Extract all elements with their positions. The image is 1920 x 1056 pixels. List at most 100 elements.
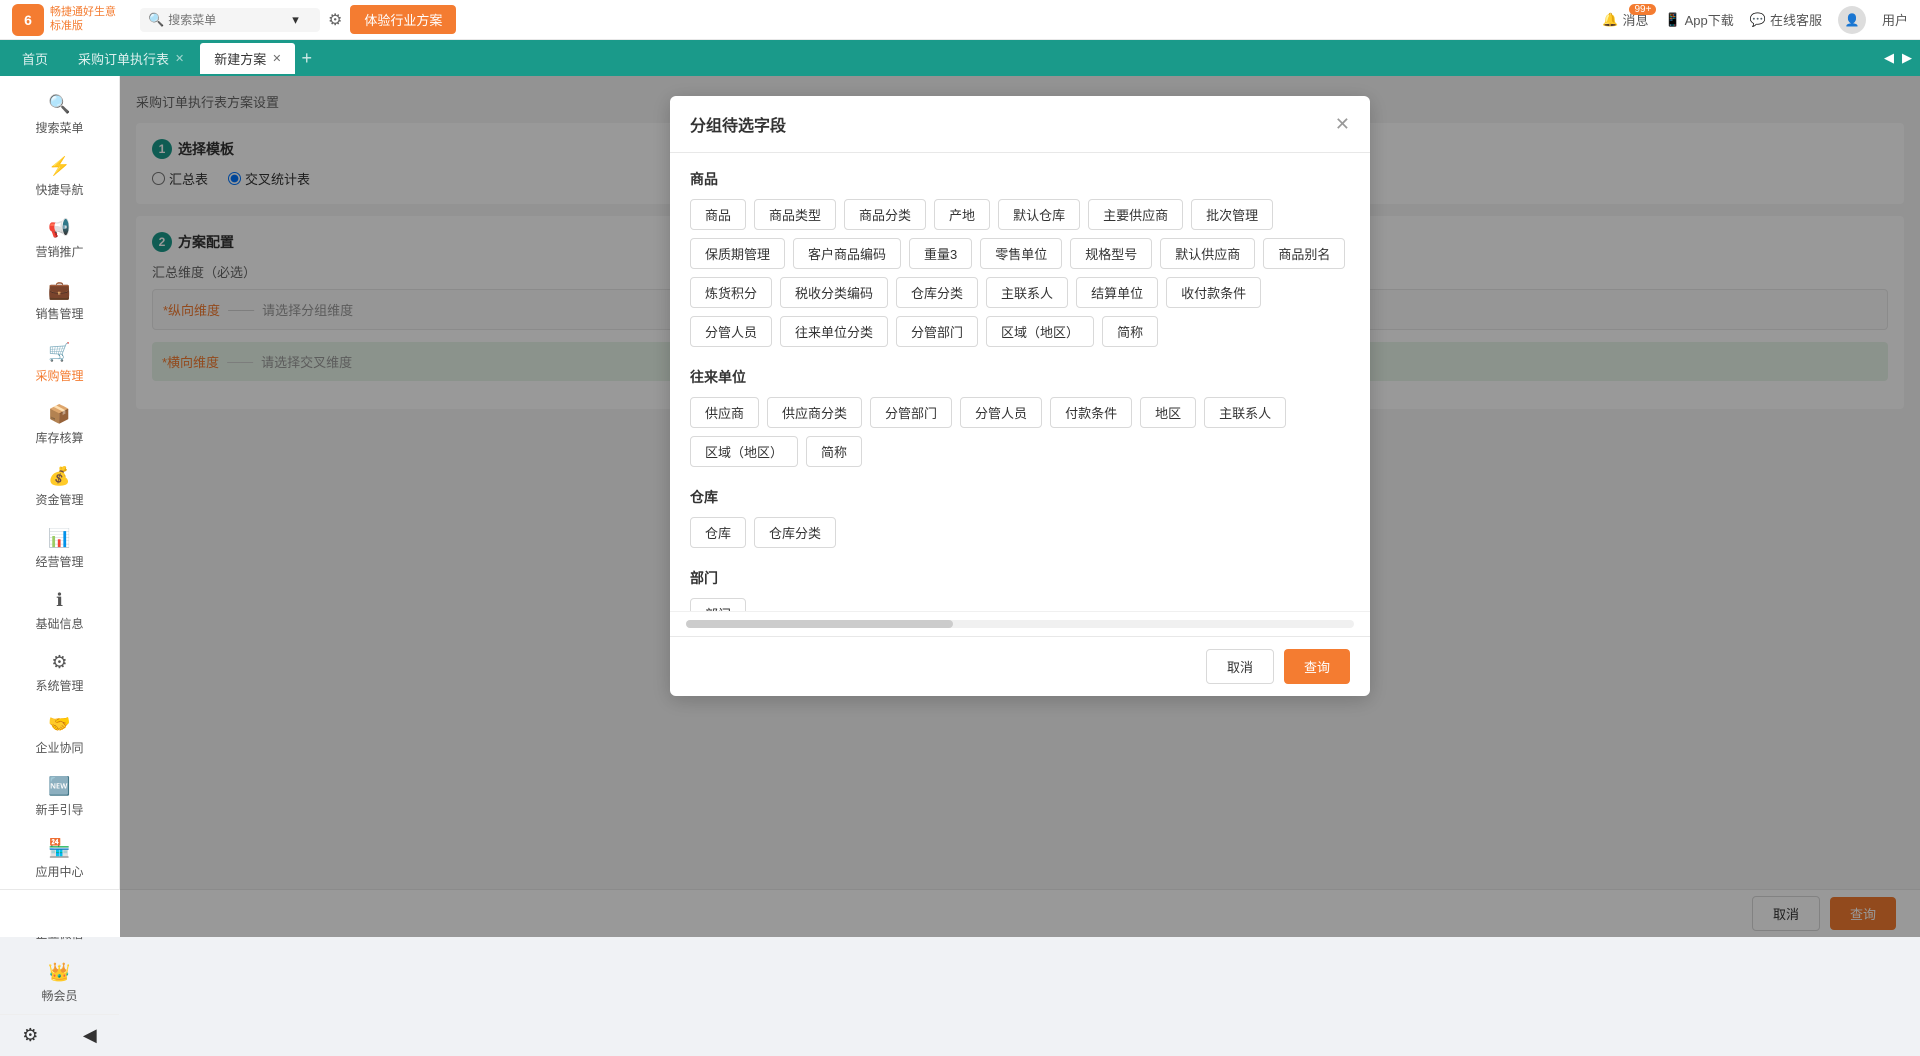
field-payment-terms[interactable]: 收付款条件 bbox=[1166, 277, 1261, 308]
field-supervisor-partner[interactable]: 分管人员 bbox=[960, 397, 1042, 428]
field-dept-partner[interactable]: 分管部门 bbox=[870, 397, 952, 428]
field-product-type[interactable]: 商品类型 bbox=[754, 199, 836, 230]
product-fields: 商品 商品类型 商品分类 产地 默认仓库 主要供应商 批次管理 保质期管理 客户… bbox=[690, 199, 1350, 347]
field-partner-category[interactable]: 往来单位分类 bbox=[780, 316, 888, 347]
modal-title: 分组待选字段 bbox=[690, 112, 786, 136]
sidebar: 🔍 搜索菜单 ⚡ 快捷导航 📢 营销推广 💼 销售管理 🛒 采购管理 📦 库存核… bbox=[0, 76, 120, 937]
field-retail-unit[interactable]: 零售单位 bbox=[980, 238, 1062, 269]
sidebar-item-appstore[interactable]: 🏪 应用中心 bbox=[0, 828, 119, 890]
sidebar-item-base[interactable]: ℹ 基础信息 bbox=[0, 580, 119, 642]
field-origin[interactable]: 产地 bbox=[934, 199, 990, 230]
field-spec-model[interactable]: 规格型号 bbox=[1070, 238, 1152, 269]
sidebar-item-marketing[interactable]: 📢 营销推广 bbox=[0, 208, 119, 270]
sidebar-settings-icon[interactable]: ⚙ bbox=[22, 1025, 38, 1046]
field-batch-mgmt[interactable]: 批次管理 bbox=[1191, 199, 1273, 230]
field-tax-code[interactable]: 税收分类编码 bbox=[780, 277, 888, 308]
field-default-warehouse[interactable]: 默认仓库 bbox=[998, 199, 1080, 230]
tab-purchase-close[interactable]: ✕ bbox=[175, 52, 184, 65]
sidebar-item-purchase[interactable]: 🛒 采购管理 bbox=[0, 332, 119, 394]
section-partner: 往来单位 供应商 供应商分类 分管部门 分管人员 付款条件 地区 主联系人 区域… bbox=[690, 367, 1350, 467]
field-refine-points[interactable]: 炼货积分 bbox=[690, 277, 772, 308]
layout: 🔍 搜索菜单 ⚡ 快捷导航 📢 营销推广 💼 销售管理 🛒 采购管理 📦 库存核… bbox=[0, 76, 1920, 937]
sidebar-item-business[interactable]: 📊 经营管理 bbox=[0, 518, 119, 580]
notification-badge: 99+ bbox=[1629, 4, 1656, 15]
field-main-contact[interactable]: 主联系人 bbox=[986, 277, 1068, 308]
sidebar-item-system[interactable]: ⚙ 系统管理 bbox=[0, 642, 119, 704]
online-service[interactable]: 💬 在线客服 bbox=[1750, 10, 1822, 29]
try-industry-button[interactable]: 体验行业方案 bbox=[350, 5, 456, 34]
tab-new-plan-close[interactable]: ✕ bbox=[272, 52, 281, 65]
sidebar-item-finance[interactable]: 💰 资金管理 bbox=[0, 456, 119, 518]
modal-confirm-button[interactable]: 查询 bbox=[1284, 649, 1350, 684]
field-main-contact-partner[interactable]: 主联系人 bbox=[1204, 397, 1286, 428]
field-supervisor[interactable]: 分管人员 bbox=[690, 316, 772, 347]
nav-expand-icon[interactable]: ▶ bbox=[1902, 50, 1912, 66]
section-warehouse: 仓库 仓库 仓库分类 bbox=[690, 487, 1350, 548]
field-supplier[interactable]: 供应商 bbox=[690, 397, 759, 428]
field-region2-partner[interactable]: 区域（地区） bbox=[690, 436, 798, 467]
app-download[interactable]: 📱 App下载 bbox=[1664, 10, 1733, 29]
field-warehouse-cat[interactable]: 仓库分类 bbox=[754, 517, 836, 548]
field-settlement-unit[interactable]: 结算单位 bbox=[1076, 277, 1158, 308]
section-partner-title: 往来单位 bbox=[690, 367, 1350, 387]
section-dept: 部门 部门 bbox=[690, 568, 1350, 611]
sidebar-item-label: 资金管理 bbox=[35, 491, 83, 508]
sales-icon: 💼 bbox=[48, 280, 70, 301]
sidebar-item-collab[interactable]: 🤝 企业协同 bbox=[0, 704, 119, 766]
field-region-partner[interactable]: 地区 bbox=[1140, 397, 1196, 428]
modal-cancel-button[interactable]: 取消 bbox=[1206, 649, 1274, 684]
topbar-right: 🔔 消息 99+ 📱 App下载 💬 在线客服 👤 用户 bbox=[1602, 6, 1908, 34]
search-bar[interactable]: 🔍 ▾ bbox=[140, 8, 320, 32]
field-default-supplier[interactable]: 默认供应商 bbox=[1160, 238, 1255, 269]
field-dept[interactable]: 部门 bbox=[690, 598, 746, 611]
system-icon: ⚙ bbox=[51, 652, 67, 673]
sidebar-item-search[interactable]: 🔍 搜索菜单 bbox=[0, 84, 119, 146]
avatar[interactable]: 👤 bbox=[1838, 6, 1866, 34]
tab-purchase-label: 采购订单执行表 bbox=[78, 49, 169, 68]
sidebar-item-label: 基础信息 bbox=[35, 615, 83, 632]
tab-purchase-order[interactable]: 采购订单执行表 ✕ bbox=[64, 43, 198, 74]
sidebar-item-newbie[interactable]: 🆕 新手引导 bbox=[0, 766, 119, 828]
sidebar-collapse-icon[interactable]: ◀ bbox=[83, 1025, 97, 1046]
field-customer-sku[interactable]: 客户商品编码 bbox=[793, 238, 901, 269]
field-warehouse[interactable]: 仓库 bbox=[690, 517, 746, 548]
sidebar-item-inventory[interactable]: 📦 库存核算 bbox=[0, 394, 119, 456]
field-dept-mgmt[interactable]: 分管部门 bbox=[896, 316, 978, 347]
search-input[interactable] bbox=[168, 13, 288, 27]
field-product-category[interactable]: 商品分类 bbox=[844, 199, 926, 230]
field-select-modal: 分组待选字段 ✕ 商品 商品 商品类型 商品分类 产地 默认仓库 主要供应商 bbox=[670, 96, 1370, 696]
search-menu-icon: 🔍 bbox=[48, 94, 70, 115]
modal-header: 分组待选字段 ✕ bbox=[670, 96, 1370, 153]
h-scrollbar-thumb[interactable] bbox=[686, 620, 953, 628]
search-icon: 🔍 bbox=[148, 12, 164, 28]
field-main-supplier[interactable]: 主要供应商 bbox=[1088, 199, 1183, 230]
field-shortname-partner[interactable]: 简称 bbox=[806, 436, 862, 467]
sidebar-item-sales[interactable]: 💼 销售管理 bbox=[0, 270, 119, 332]
nav-tabs: 首页 采购订单执行表 ✕ 新建方案 ✕ + ◀ ▶ bbox=[0, 40, 1920, 76]
field-shortname-product[interactable]: 简称 bbox=[1102, 316, 1158, 347]
field-supplier-category[interactable]: 供应商分类 bbox=[767, 397, 862, 428]
add-tab-icon[interactable]: + bbox=[301, 48, 312, 69]
notification-area[interactable]: 🔔 消息 99+ bbox=[1602, 10, 1648, 29]
tab-new-plan[interactable]: 新建方案 ✕ bbox=[200, 43, 295, 74]
nav-collapse-icon[interactable]: ◀ bbox=[1884, 50, 1894, 66]
field-product[interactable]: 商品 bbox=[690, 199, 746, 230]
topbar: 6 畅捷通好生意 标准版 🔍 ▾ ⚙ 体验行业方案 🔔 消息 99+ 📱 App… bbox=[0, 0, 1920, 40]
modal-body: 商品 商品 商品类型 商品分类 产地 默认仓库 主要供应商 批次管理 保质期管理… bbox=[670, 153, 1370, 611]
modal-close-button[interactable]: ✕ bbox=[1335, 114, 1350, 135]
finance-icon: 💰 bbox=[48, 466, 70, 487]
logo-text: 畅捷通好生意 标准版 bbox=[50, 6, 116, 32]
field-weight[interactable]: 重量3 bbox=[909, 238, 972, 269]
field-region-product[interactable]: 区域（地区） bbox=[986, 316, 1094, 347]
settings-icon[interactable]: ⚙ bbox=[328, 10, 342, 30]
sidebar-item-quicknav[interactable]: ⚡ 快捷导航 bbox=[0, 146, 119, 208]
field-expiry-mgmt[interactable]: 保质期管理 bbox=[690, 238, 785, 269]
field-warehouse-category[interactable]: 仓库分类 bbox=[896, 277, 978, 308]
tab-home[interactable]: 首页 bbox=[8, 43, 62, 74]
h-scrollbar bbox=[686, 620, 1354, 628]
logo-area: 6 畅捷通好生意 标准版 bbox=[12, 4, 132, 36]
field-product-alias[interactable]: 商品别名 bbox=[1263, 238, 1345, 269]
sidebar-item-member[interactable]: 👑 畅会员 bbox=[0, 952, 119, 1014]
member-icon: 👑 bbox=[48, 962, 70, 983]
field-payment-cond[interactable]: 付款条件 bbox=[1050, 397, 1132, 428]
